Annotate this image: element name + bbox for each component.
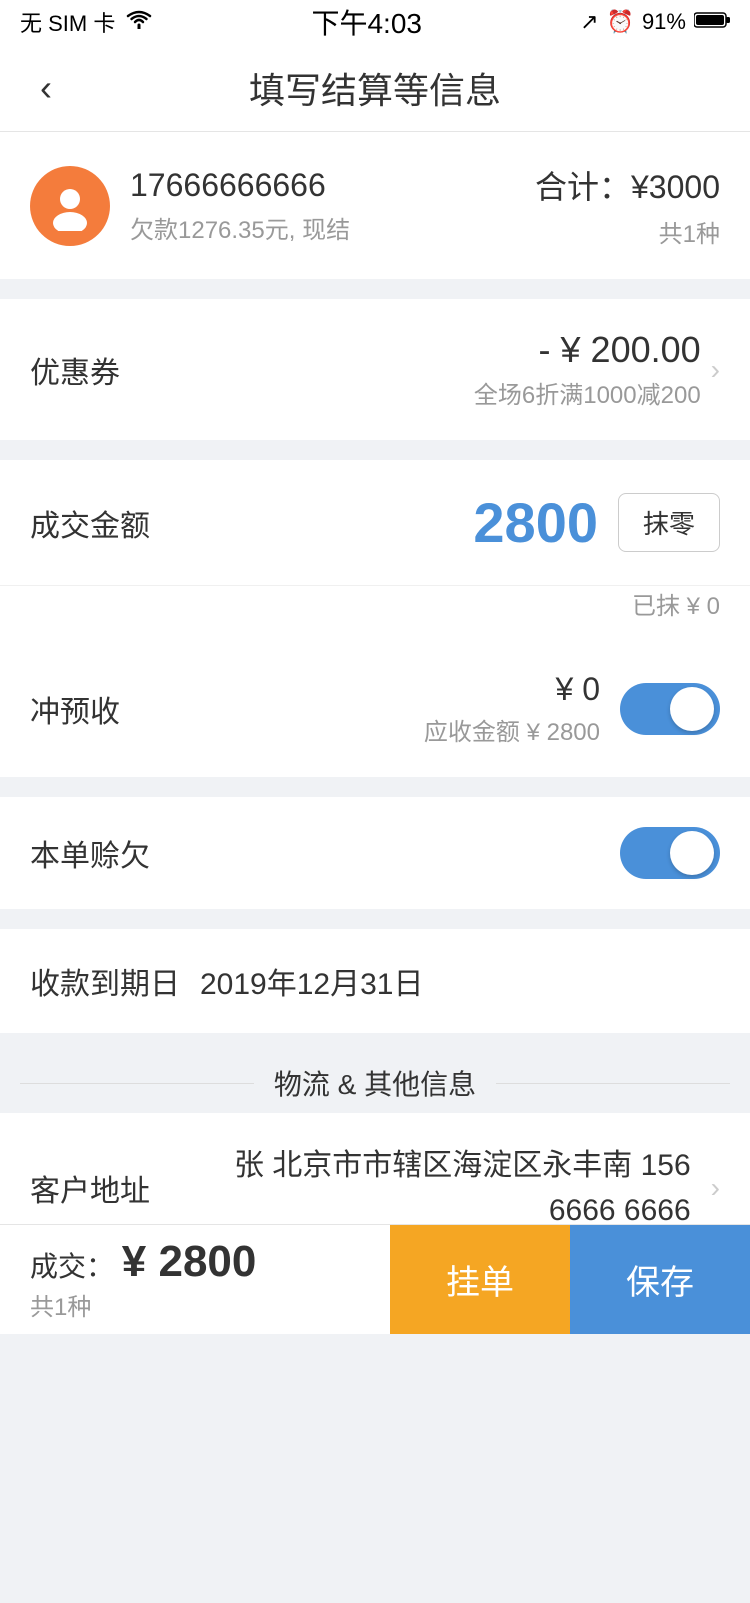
bottom-info: 成交： ¥ 2800 共1种 [0,1237,390,1322]
coupon-discount: - ¥ 200.00 [150,329,701,371]
total-count: 共1种 [535,214,720,249]
round-button[interactable]: 抹零 [618,493,720,552]
debt-row: 本单赊欠 [0,797,750,909]
coupon-section: 优惠券 - ¥ 200.00 全场6折满1000减200 › [0,299,750,440]
coupon-row[interactable]: 优惠券 - ¥ 200.00 全场6折满1000减200 › [0,299,750,440]
location-icon: ↗ [580,9,598,35]
coupon-label: 优惠券 [30,348,150,392]
bottom-bar: 成交： ¥ 2800 共1种 挂单 保存 [0,1224,750,1334]
prereceive-row: 冲预收 ¥ 0 应收金额 ¥ 2800 [0,641,750,777]
logistics-divider: 物流 & 其他信息 [0,1053,750,1113]
save-button[interactable]: 保存 [570,1225,750,1334]
wifi-icon [125,9,153,35]
amount-right: 2800 抹零 [190,490,720,555]
status-time: 下午4:03 [311,2,422,42]
debt-toggle-circle [670,831,714,875]
bottom-amount: ¥ 2800 [122,1237,257,1286]
alarm-icon: ⏰ [607,9,634,35]
amount-value: 2800 [473,490,598,555]
bottom-total-label: 成交： ¥ 2800 [30,1237,360,1287]
prereceive-toggle[interactable] [620,683,720,735]
avatar [30,166,110,246]
status-bar: 无 SIM 卡 下午4:03 ↗ ⏰ 91% [0,0,750,44]
due-date-label: 收款到期日 [30,959,180,1003]
logistics-label: 物流 & 其他信息 [274,1063,476,1103]
prereceive-right: ¥ 0 应收金额 ¥ 2800 [190,671,600,747]
customer-card: 17666666666 欠款1276.35元, 现结 合计：¥3000 共1种 [0,132,750,279]
divider-line-left [20,1083,254,1084]
date-row: 收款到期日 2019年12月31日 [0,929,750,1033]
prereceive-amount: ¥ 0 [190,671,600,708]
content: 17666666666 欠款1276.35元, 现结 合计：¥3000 共1种 … [0,132,750,1603]
due-date-value: 2019年12月31日 [200,959,423,1003]
debt-toggle[interactable] [620,827,720,879]
amount-section: 成交金额 2800 抹零 已抹 ¥ 0 冲预收 ¥ 0 应收金额 ¥ 2800 [0,460,750,777]
address-value: 张 北京市市辖区海淀区永丰南 156 6666 6666 [170,1143,701,1233]
page-title: 填写结算等信息 [249,62,501,114]
customer-total: 合计：¥3000 共1种 [535,162,720,249]
amount-rounded: 已抹 ¥ 0 [632,593,720,620]
prereceive-receivable: 应收金额 ¥ 2800 [190,712,600,747]
divider-line-right [496,1083,730,1084]
nav-bar: ‹ 填写结算等信息 [0,44,750,132]
coupon-chevron-icon: › [711,354,720,386]
back-button[interactable]: ‹ [30,57,62,119]
amount-row: 成交金额 2800 抹零 [0,460,750,586]
customer-info: 17666666666 欠款1276.35元, 现结 [130,167,535,245]
coupon-value: - ¥ 200.00 全场6折满1000减200 [150,329,701,410]
bottom-actions: 挂单 保存 [390,1225,750,1334]
battery-percent: 91% [642,9,686,35]
toggle-circle [670,687,714,731]
amount-label: 成交金额 [30,501,190,545]
pending-button[interactable]: 挂单 [390,1225,570,1334]
debt-label: 本单赊欠 [30,831,600,875]
customer-debt: 欠款1276.35元, 现结 [130,210,535,245]
battery-icon [694,9,730,35]
sim-label: 无 SIM 卡 [20,6,115,38]
status-left: 无 SIM 卡 [20,6,153,38]
coupon-desc: 全场6折满1000减200 [150,375,701,410]
address-label: 客户地址 [30,1166,170,1210]
bottom-label: 成交： [30,1251,114,1282]
address-chevron-icon: › [711,1172,720,1204]
bottom-count: 共1种 [30,1287,360,1322]
total-amount: 合计：¥3000 [535,162,720,208]
prereceive-label: 冲预收 [30,687,190,731]
status-right: ↗ ⏰ 91% [580,9,730,35]
customer-phone: 17666666666 [130,167,535,204]
